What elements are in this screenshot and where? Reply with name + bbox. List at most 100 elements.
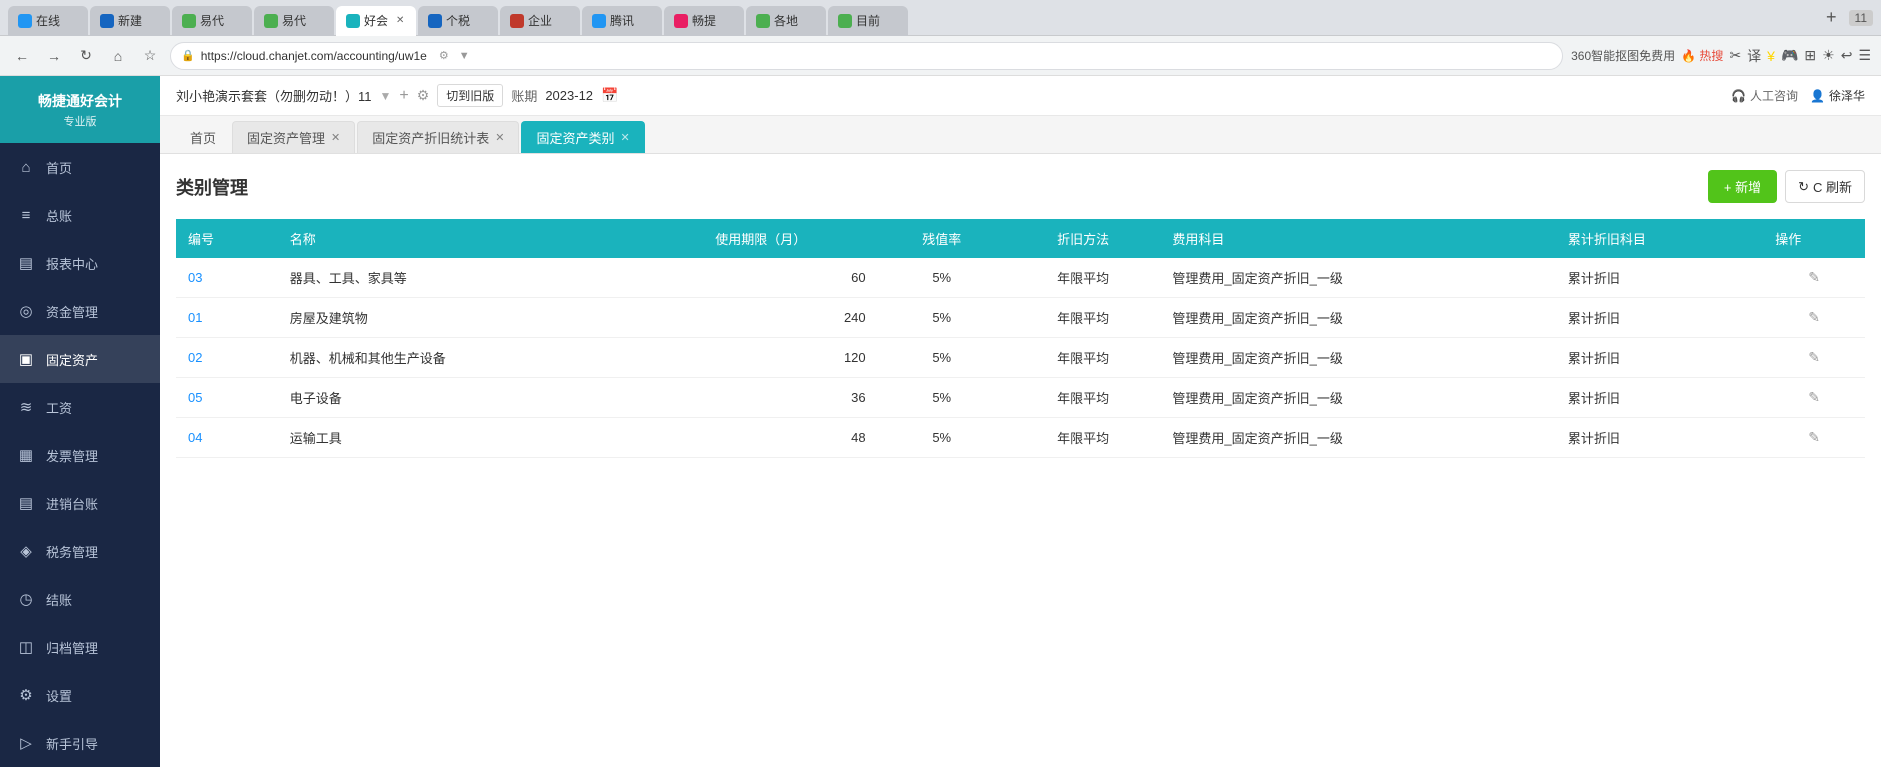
page-tab-label: 首页: [190, 128, 216, 147]
sidebar-item-home[interactable]: ⌂首页: [0, 143, 160, 191]
data-cell: 电子设备: [278, 378, 644, 418]
grid-icon[interactable]: ⊞: [1804, 47, 1816, 64]
browser-tab-t3[interactable]: 易代: [172, 6, 252, 36]
code-cell[interactable]: 05: [176, 378, 278, 418]
translate-icon[interactable]: 译: [1747, 46, 1761, 66]
game-icon[interactable]: 🎮: [1781, 47, 1798, 64]
sidebar-item-fixed-assets[interactable]: ▣固定资产: [0, 335, 160, 383]
table-header-cell: 累计折旧科目: [1556, 219, 1763, 258]
table-header-cell: 残值率: [878, 219, 1006, 258]
browser-tab-list: 在线新建易代易代好会✕个税企业腾讯畅提各地目前: [8, 0, 1818, 36]
sidebar-item-invoice[interactable]: ▦发票管理: [0, 431, 160, 479]
browser-tab-t10[interactable]: 各地: [746, 6, 826, 36]
menu-icon[interactable]: ☰: [1858, 47, 1871, 64]
new-tab-btn[interactable]: +: [1822, 7, 1841, 28]
bookmark-btn[interactable]: ☆: [138, 44, 162, 68]
user-avatar-icon: 👤: [1810, 89, 1825, 103]
topbar-left: 刘小艳演示套套（勿删勿动！）11 ▼ + ⚙ 切到旧版 账期 2023-12 📅: [176, 84, 1719, 107]
data-cell: 管理费用_固定资产折旧_一级: [1160, 378, 1555, 418]
scissors-icon[interactable]: ✂: [1729, 47, 1741, 64]
coin-icon[interactable]: ¥: [1767, 48, 1775, 64]
page-tab-close[interactable]: ✕: [331, 131, 340, 144]
browser-tab-t1[interactable]: 在线: [8, 6, 88, 36]
browser-tab-t6[interactable]: 个税: [418, 6, 498, 36]
dropdown-icon[interactable]: ▼: [380, 89, 392, 103]
browser-tab-t9[interactable]: 畅提: [664, 6, 744, 36]
data-cell: 120: [644, 338, 878, 378]
topbar-right: 🎧 人工咨询 👤 徐泽华: [1731, 87, 1865, 104]
sidebar-item-archive[interactable]: ◫归档管理: [0, 623, 160, 671]
add-company-btn[interactable]: +: [399, 87, 408, 105]
data-cell: 管理费用_固定资产折旧_一级: [1160, 258, 1555, 298]
page-tab-fixed-asset-mgmt[interactable]: 固定资产管理 ✕: [232, 121, 355, 153]
code-cell[interactable]: 04: [176, 418, 278, 458]
tab-favicon: [510, 14, 524, 28]
edit-cell[interactable]: ✎: [1763, 298, 1865, 338]
sun-icon[interactable]: ☀: [1822, 47, 1835, 64]
table-body: 03器具、工具、家具等605%年限平均管理费用_固定资产折旧_一级累计折旧✎01…: [176, 258, 1865, 458]
sidebar-item-ledger[interactable]: ≡总账: [0, 191, 160, 239]
page-tab-label: 固定资产管理: [247, 128, 325, 147]
service-btn[interactable]: 🎧 人工咨询: [1731, 87, 1798, 104]
sidebar-item-checkout[interactable]: ◷结账: [0, 575, 160, 623]
tab-favicon: [18, 14, 32, 28]
edit-cell[interactable]: ✎: [1763, 418, 1865, 458]
browser-tab-t4[interactable]: 易代: [254, 6, 334, 36]
data-cell: 累计折旧: [1556, 298, 1763, 338]
sidebar-label-ledger: 总账: [46, 206, 72, 225]
sidebar-item-guide[interactable]: ▷新手引导: [0, 719, 160, 767]
edit-cell[interactable]: ✎: [1763, 338, 1865, 378]
undo-icon[interactable]: ↩: [1841, 47, 1853, 64]
app-container: 畅捷通好会计 专业版 ⌂首页≡总账▤报表中心◎资金管理▣固定资产≋工资▦发票管理…: [0, 76, 1881, 767]
code-cell[interactable]: 03: [176, 258, 278, 298]
table-header-cell: 操作: [1763, 219, 1865, 258]
tab-label: 各地: [774, 12, 798, 29]
browser-tab-t11[interactable]: 目前: [828, 6, 908, 36]
expand-icon: ▼: [459, 50, 470, 62]
browser-tab-t2[interactable]: 新建: [90, 6, 170, 36]
tab-favicon: [674, 14, 688, 28]
sidebar-item-reports[interactable]: ▤报表中心: [0, 239, 160, 287]
data-cell: 年限平均: [1006, 258, 1161, 298]
sidebar-icon-guide: ▷: [16, 734, 36, 752]
home-btn[interactable]: ⌂: [106, 44, 130, 68]
table-header: 编号名称使用期限（月）残值率折旧方法费用科目累计折旧科目操作: [176, 219, 1865, 258]
data-cell: 管理费用_固定资产折旧_一级: [1160, 338, 1555, 378]
data-cell: 年限平均: [1006, 418, 1161, 458]
sidebar-item-tax[interactable]: ◈税务管理: [0, 527, 160, 575]
refresh-btn[interactable]: ↻ C 刷新: [1785, 170, 1865, 203]
sidebar-item-inventory[interactable]: ▤进销台账: [0, 479, 160, 527]
reload-btn[interactable]: ↻: [74, 44, 98, 68]
browser-tab-t7[interactable]: 企业: [500, 6, 580, 36]
table-row: 02机器、机械和其他生产设备1205%年限平均管理费用_固定资产折旧_一级累计折…: [176, 338, 1865, 378]
tab-favicon: [264, 14, 278, 28]
data-cell: 累计折旧: [1556, 258, 1763, 298]
switch-version-btn[interactable]: 切到旧版: [437, 84, 503, 107]
code-cell[interactable]: 02: [176, 338, 278, 378]
data-cell: 年限平均: [1006, 378, 1161, 418]
back-btn[interactable]: ←: [10, 44, 34, 68]
page-tab-close[interactable]: ✕: [621, 131, 630, 144]
page-tab-asset-category[interactable]: 固定资产类别✕: [521, 121, 644, 153]
code-cell[interactable]: 01: [176, 298, 278, 338]
browser-tab-t5[interactable]: 好会✕: [336, 6, 416, 36]
edit-cell[interactable]: ✎: [1763, 378, 1865, 418]
page-tab-depreciation-table[interactable]: 固定资产折旧统计表✕: [357, 121, 519, 153]
sidebar-item-funds[interactable]: ◎资金管理: [0, 287, 160, 335]
table-header-cell: 折旧方法: [1006, 219, 1161, 258]
page-tab-home[interactable]: 首页: [176, 121, 230, 153]
add-btn[interactable]: + 新增: [1708, 170, 1777, 203]
tab-label: 易代: [282, 12, 306, 29]
tab-close-btn[interactable]: ✕: [396, 15, 404, 26]
calendar-icon[interactable]: 📅: [601, 87, 618, 104]
data-cell: 5%: [878, 258, 1006, 298]
forward-btn[interactable]: →: [42, 44, 66, 68]
page-tab-close[interactable]: ✕: [495, 131, 504, 144]
edit-cell[interactable]: ✎: [1763, 258, 1865, 298]
address-box[interactable]: 🔒 https://cloud.chanjet.com/accounting/u…: [170, 42, 1563, 70]
settings-icon[interactable]: ⚙: [417, 87, 430, 104]
browser-tab-t8[interactable]: 腾讯: [582, 6, 662, 36]
sidebar-item-settings[interactable]: ⚙设置: [0, 671, 160, 719]
tab-favicon: [346, 14, 360, 28]
sidebar-item-payroll[interactable]: ≋工资: [0, 383, 160, 431]
